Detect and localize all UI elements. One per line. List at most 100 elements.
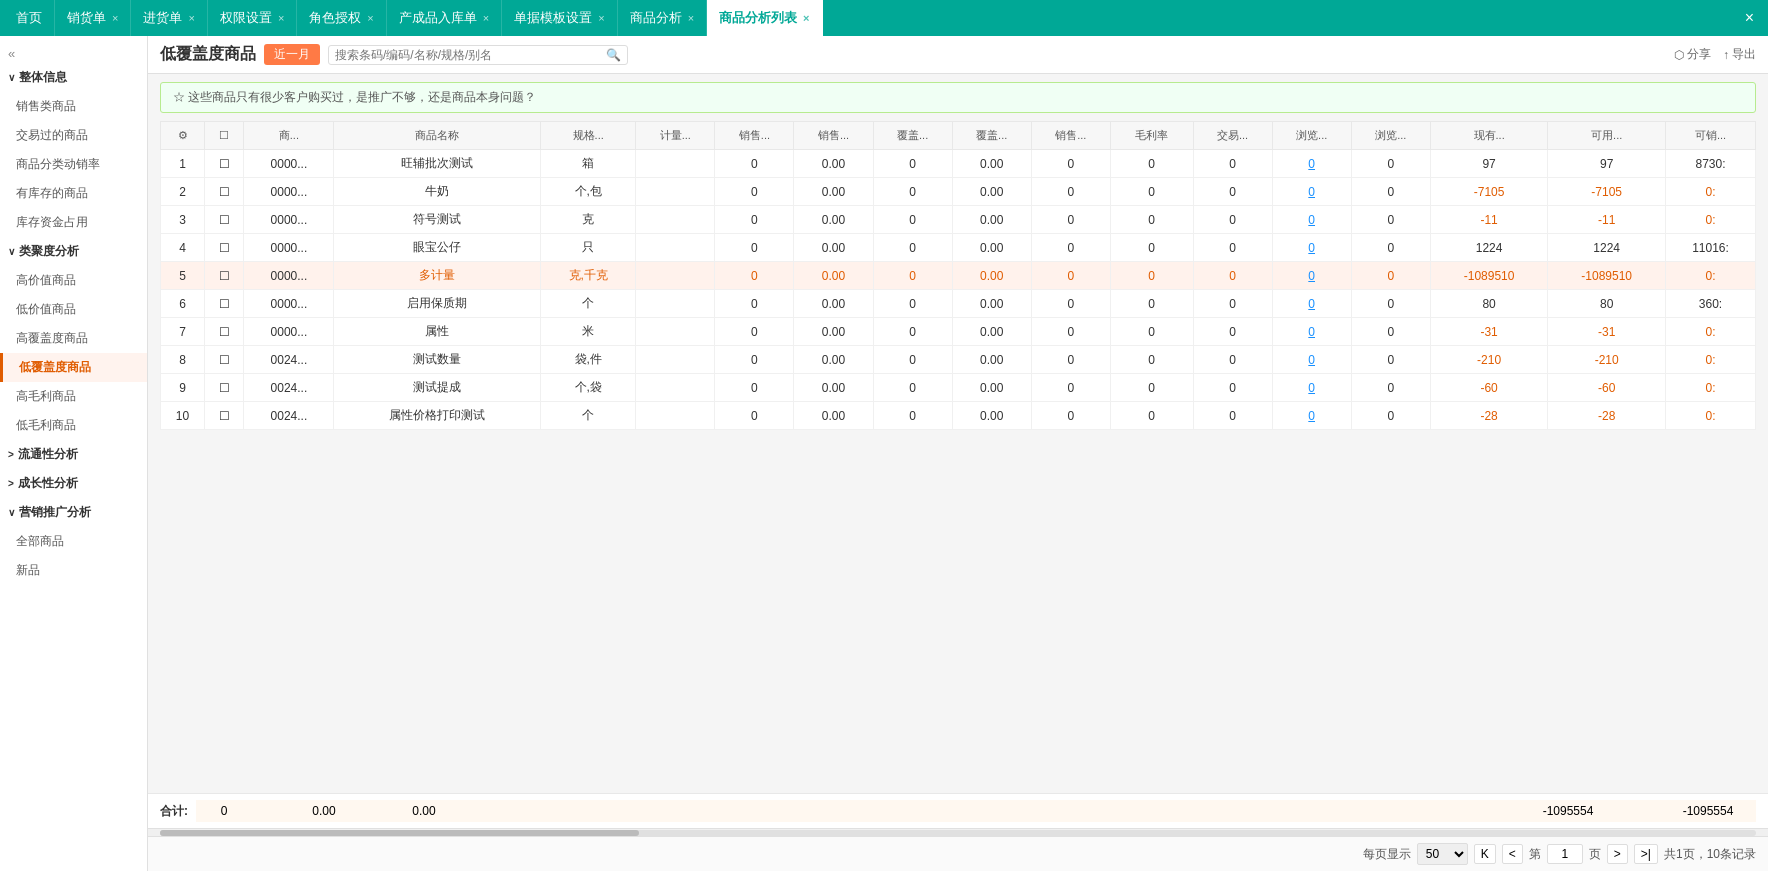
- per-page-select[interactable]: 50 20 100: [1417, 843, 1468, 865]
- prev-page-button[interactable]: <: [1502, 844, 1523, 864]
- col-settings[interactable]: ⚙: [161, 122, 205, 150]
- next-page-button[interactable]: >: [1607, 844, 1628, 864]
- row-browse1: 0: [1272, 402, 1351, 430]
- row-coverage1: 0: [873, 374, 952, 402]
- total-label: 合计:: [160, 803, 188, 820]
- close-icon[interactable]: ×: [598, 12, 604, 24]
- col-sales3[interactable]: 销售...: [1031, 122, 1110, 150]
- row-coverage2: 0.00: [952, 374, 1031, 402]
- tab-home[interactable]: 首页: [4, 0, 55, 36]
- first-page-button[interactable]: K: [1474, 844, 1496, 864]
- row-checkbox[interactable]: ☐: [205, 206, 244, 234]
- sidebar-item-all-products[interactable]: 全部商品: [0, 527, 147, 556]
- search-input[interactable]: [335, 48, 606, 62]
- last-page-button[interactable]: >|: [1634, 844, 1658, 864]
- row-coverage2: 0.00: [952, 402, 1031, 430]
- share-button[interactable]: ⬡ 分享: [1674, 46, 1711, 63]
- tab-purchase-order[interactable]: 进货单 ×: [131, 0, 207, 36]
- tab-template-settings[interactable]: 单据模板设置 ×: [502, 0, 617, 36]
- close-icon[interactable]: ×: [688, 12, 694, 24]
- sidebar-item-category-rate[interactable]: 商品分类动销率: [0, 150, 147, 179]
- col-browse2[interactable]: 浏览...: [1351, 122, 1430, 150]
- row-checkbox[interactable]: ☐: [205, 150, 244, 178]
- row-checkbox[interactable]: ☐: [205, 290, 244, 318]
- row-trade: 0: [1193, 318, 1272, 346]
- tab-sales-order[interactable]: 销货单 ×: [55, 0, 131, 36]
- close-icon[interactable]: ×: [803, 12, 809, 24]
- row-trade: 0: [1193, 234, 1272, 262]
- col-name[interactable]: 商品名称: [334, 122, 541, 150]
- sidebar-section-growth[interactable]: > 成长性分析: [0, 469, 147, 498]
- sidebar-item-high-margin[interactable]: 高毛利商品: [0, 382, 147, 411]
- search-icon[interactable]: 🔍: [606, 48, 621, 62]
- row-checkbox[interactable]: ☐: [205, 346, 244, 374]
- row-sales2: 0.00: [794, 346, 873, 374]
- row-sellable: 0:: [1665, 374, 1755, 402]
- close-icon[interactable]: ×: [188, 12, 194, 24]
- tab-product-analysis-list[interactable]: 商品分析列表 ×: [707, 0, 822, 36]
- row-sales1: 0: [715, 178, 794, 206]
- sidebar-section-overall[interactable]: ∨ 整体信息: [0, 63, 147, 92]
- sidebar-item-traded-products[interactable]: 交易过的商品: [0, 121, 147, 150]
- table-footer: 合计: 0 0.00 0.00 -1095554 -1095554: [148, 793, 1768, 828]
- sidebar-item-sales-products[interactable]: 销售类商品: [0, 92, 147, 121]
- scrollbar-thumb[interactable]: [160, 830, 639, 836]
- sidebar-item-stock-capital[interactable]: 库存资金占用: [0, 208, 147, 237]
- sidebar-collapse-btn[interactable]: «: [8, 46, 15, 61]
- close-icon[interactable]: ×: [483, 12, 489, 24]
- row-spec-unit: 个: [541, 402, 636, 430]
- horizontal-scrollbar[interactable]: [148, 828, 1768, 836]
- time-filter-button[interactable]: 近一月: [264, 44, 320, 65]
- row-gross: 0: [1110, 374, 1193, 402]
- export-button[interactable]: ↑ 导出: [1723, 46, 1756, 63]
- col-browse1[interactable]: 浏览...: [1272, 122, 1351, 150]
- sidebar-item-high-coverage[interactable]: 高覆盖度商品: [0, 324, 147, 353]
- row-checkbox[interactable]: ☐: [205, 402, 244, 430]
- col-spec[interactable]: 规格...: [541, 122, 636, 150]
- col-code[interactable]: 商...: [244, 122, 334, 150]
- tab-product-analysis[interactable]: 商品分析 ×: [618, 0, 707, 36]
- col-coverage2[interactable]: 覆盖...: [952, 122, 1031, 150]
- col-sellable[interactable]: 可销...: [1665, 122, 1755, 150]
- col-gross[interactable]: 毛利率: [1110, 122, 1193, 150]
- row-browse1: 0: [1272, 262, 1351, 290]
- row-sales2: 0.00: [794, 262, 873, 290]
- sidebar-item-low-margin[interactable]: 低毛利商品: [0, 411, 147, 440]
- sidebar-section-marketing[interactable]: ∨ 营销推广分析: [0, 498, 147, 527]
- close-icon[interactable]: ×: [112, 12, 118, 24]
- app-close-button[interactable]: ×: [1735, 9, 1764, 27]
- col-checkbox[interactable]: ☐: [205, 122, 244, 150]
- page-number-input[interactable]: [1547, 844, 1583, 864]
- sidebar-item-low-value[interactable]: 低价值商品: [0, 295, 147, 324]
- row-checkbox[interactable]: ☐: [205, 374, 244, 402]
- row-coverage2: 0.00: [952, 178, 1031, 206]
- row-checkbox[interactable]: ☐: [205, 178, 244, 206]
- close-icon[interactable]: ×: [367, 12, 373, 24]
- row-sales2: 0.00: [794, 290, 873, 318]
- row-name: 测试数量: [334, 346, 541, 374]
- col-coverage1[interactable]: 覆盖...: [873, 122, 952, 150]
- col-trade[interactable]: 交易...: [1193, 122, 1272, 150]
- row-checkbox[interactable]: ☐: [205, 262, 244, 290]
- sidebar-item-new-products[interactable]: 新品: [0, 556, 147, 585]
- row-checkbox[interactable]: ☐: [205, 234, 244, 262]
- sidebar-section-cluster[interactable]: ∨ 类聚度分析: [0, 237, 147, 266]
- sidebar-item-high-value[interactable]: 高价值商品: [0, 266, 147, 295]
- sidebar-section-liquidity[interactable]: > 流通性分析: [0, 440, 147, 469]
- row-spec-unit: 个: [541, 290, 636, 318]
- row-sellable: 0:: [1665, 346, 1755, 374]
- sidebar-item-low-coverage[interactable]: 低覆盖度商品: [0, 353, 147, 382]
- sidebar-item-in-stock[interactable]: 有库存的商品: [0, 179, 147, 208]
- tab-finished-goods[interactable]: 产成品入库单 ×: [387, 0, 502, 36]
- tab-permission-settings[interactable]: 权限设置 ×: [208, 0, 297, 36]
- col-sales2[interactable]: 销售...: [794, 122, 873, 150]
- tab-role-auth[interactable]: 角色授权 ×: [297, 0, 386, 36]
- close-icon[interactable]: ×: [278, 12, 284, 24]
- col-unit[interactable]: 计量...: [636, 122, 715, 150]
- row-checkbox[interactable]: ☐: [205, 318, 244, 346]
- col-sales1[interactable]: 销售...: [715, 122, 794, 150]
- col-current[interactable]: 现有...: [1430, 122, 1548, 150]
- table-row: 8☐0024...测试数量袋,件00.0000.0000000-210-2100…: [161, 346, 1756, 374]
- chevron-right-icon: >: [8, 478, 14, 489]
- col-available[interactable]: 可用...: [1548, 122, 1666, 150]
